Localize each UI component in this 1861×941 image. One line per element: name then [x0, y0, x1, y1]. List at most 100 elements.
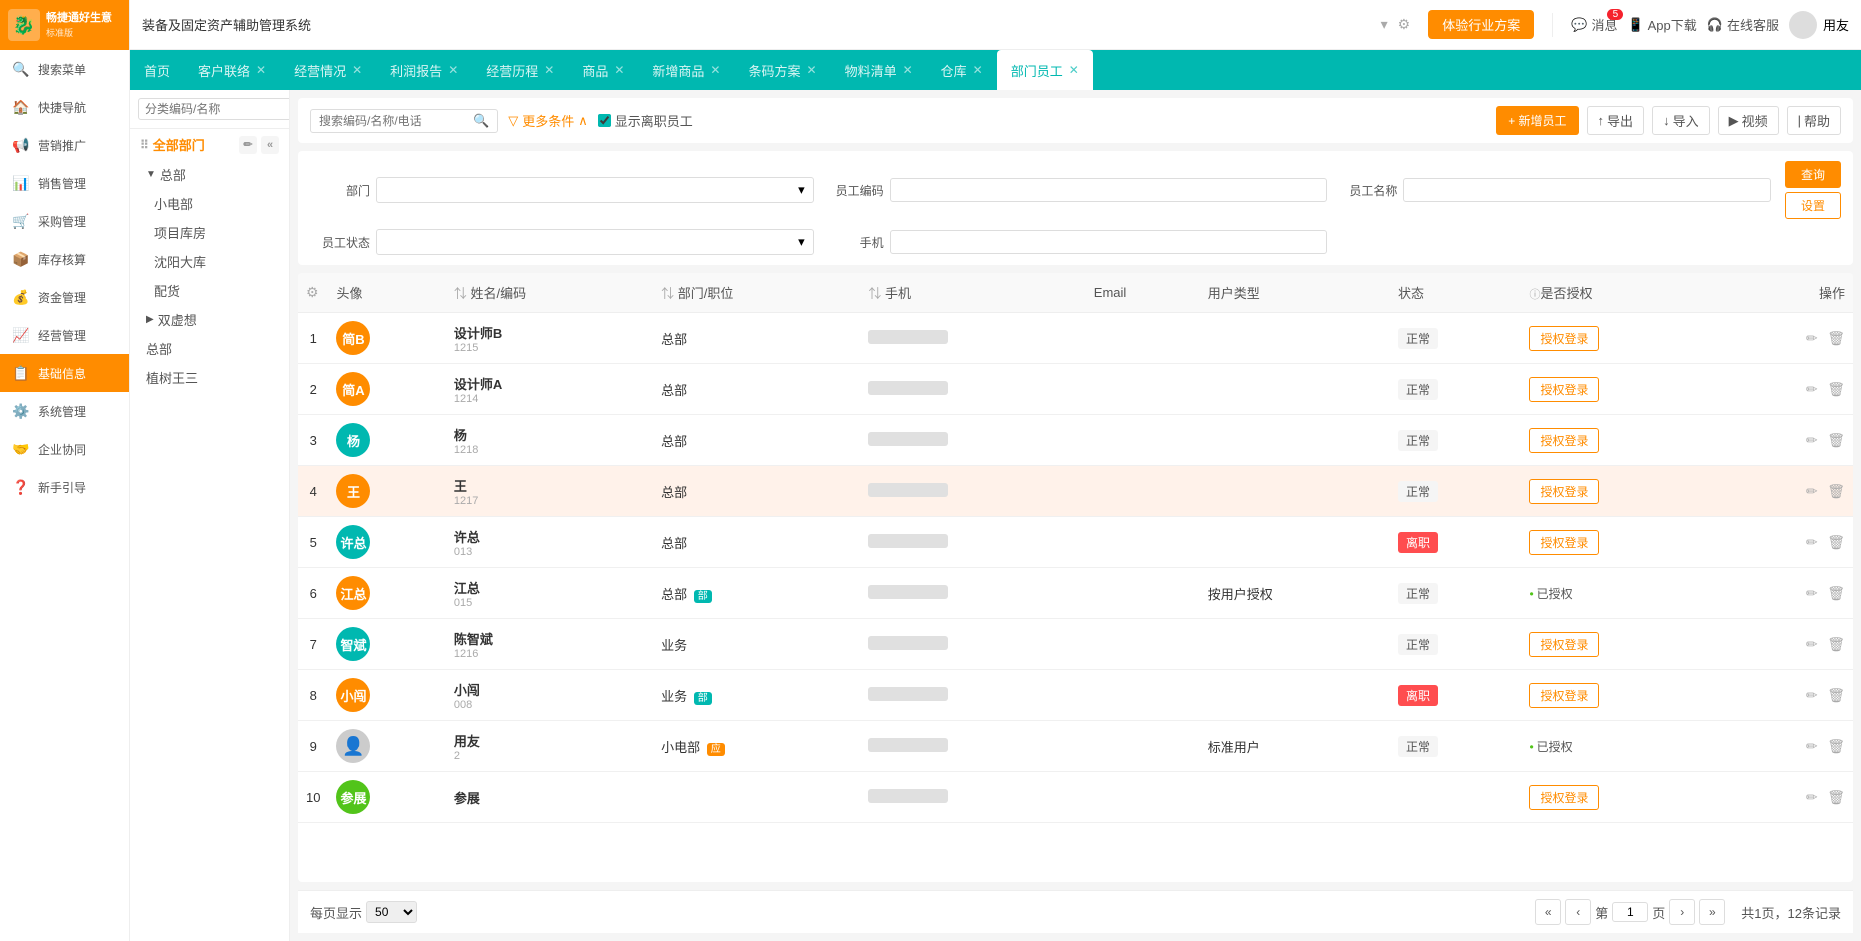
sidebar-item-search[interactable]: 🔍 搜索菜单	[0, 50, 129, 88]
service-btn[interactable]: 🎧 在线客服	[1707, 15, 1779, 34]
tab-profit[interactable]: 利润报告 ✕	[376, 50, 472, 90]
close-icon[interactable]: ✕	[710, 63, 720, 77]
user-menu[interactable]: 用友	[1789, 11, 1849, 39]
last-page-btn[interactable]: »	[1699, 899, 1725, 925]
edit-icon[interactable]: ✏	[1806, 789, 1818, 805]
edit-icon[interactable]: ✏	[1806, 330, 1818, 346]
edit-icon[interactable]: ✏	[239, 136, 257, 154]
dept-item-peihuo[interactable]: 配货	[130, 276, 289, 305]
collapse-icon[interactable]: «	[261, 136, 279, 154]
close-icon[interactable]: ✕	[614, 63, 624, 77]
search-submit-icon[interactable]: 🔍	[473, 113, 489, 129]
delete-icon[interactable]: 🗑	[1827, 789, 1845, 805]
prev-page-btn[interactable]: ‹	[1565, 899, 1591, 925]
help-btn[interactable]: | 帮助	[1787, 106, 1841, 135]
delete-icon[interactable]: 🗑	[1827, 330, 1845, 346]
export-btn[interactable]: ↑ 导出	[1587, 106, 1645, 135]
tab-history[interactable]: 经营历程 ✕	[472, 50, 568, 90]
tab-barcode[interactable]: 条码方案 ✕	[734, 50, 830, 90]
sidebar-item-system[interactable]: ⚙️ 系统管理	[0, 392, 129, 430]
emp-status-select[interactable]: ▾	[376, 229, 814, 255]
add-employee-btn[interactable]: + 新增员工	[1496, 106, 1578, 135]
tab-warehouse[interactable]: 仓库 ✕	[927, 50, 997, 90]
delete-icon[interactable]: 🗑	[1827, 738, 1845, 754]
page-input[interactable]	[1612, 902, 1648, 922]
app-download-btn[interactable]: 📱 App下载	[1627, 15, 1696, 34]
auth-btn[interactable]: 授权登录	[1529, 479, 1599, 504]
delete-icon[interactable]: 🗑	[1827, 381, 1845, 397]
dept-item-zongbu-parent[interactable]: ▼ 总部	[130, 160, 289, 189]
edit-icon[interactable]: ✏	[1806, 738, 1818, 754]
search-input[interactable]	[319, 114, 469, 128]
delete-icon[interactable]: 🗑	[1827, 483, 1845, 499]
tab-employee[interactable]: 部门员工 ✕	[997, 50, 1093, 90]
sidebar-item-guide[interactable]: ❓ 新手引导	[0, 468, 129, 506]
phone-input[interactable]	[890, 230, 1328, 254]
title-dropdown-icon[interactable]: ▾	[1381, 16, 1388, 33]
edit-icon[interactable]: ✏	[1806, 585, 1818, 601]
view-btn[interactable]: ▶ 视频	[1718, 106, 1779, 135]
filter-more-btn[interactable]: ▽ 更多条件 ∧	[508, 111, 588, 130]
dept-select[interactable]: ▾	[376, 177, 814, 203]
settings-icon[interactable]: ⚙	[306, 284, 319, 300]
dept-header-label[interactable]: 全部部门	[153, 135, 205, 154]
dept-item-shenyang[interactable]: 沈阳大库	[130, 247, 289, 276]
close-icon[interactable]: ✕	[448, 63, 458, 77]
close-icon[interactable]: ✕	[1069, 63, 1079, 77]
first-page-btn[interactable]: «	[1535, 899, 1561, 925]
sidebar-item-finance[interactable]: 💰 资金管理	[0, 278, 129, 316]
auth-btn[interactable]: 授权登录	[1529, 530, 1599, 555]
edit-icon[interactable]: ✏	[1806, 636, 1818, 652]
close-icon[interactable]: ✕	[256, 63, 266, 77]
avatar[interactable]: 简B	[336, 321, 370, 355]
sidebar-item-collab[interactable]: 🤝 企业协同	[0, 430, 129, 468]
sidebar-item-marketing[interactable]: 📢 营销推广	[0, 126, 129, 164]
dept-item-xiangmu[interactable]: 项目库房	[130, 218, 289, 247]
edit-icon[interactable]: ✏	[1806, 432, 1818, 448]
tab-add-goods[interactable]: 新增商品 ✕	[638, 50, 734, 90]
trial-btn[interactable]: 体验行业方案	[1428, 10, 1534, 39]
dept-item-zongbu[interactable]: 总部	[130, 334, 289, 363]
delete-icon[interactable]: 🗑	[1827, 432, 1845, 448]
avatar[interactable]: 江总	[336, 576, 370, 610]
set-btn[interactable]: 设置	[1785, 192, 1841, 219]
next-page-btn[interactable]: ›	[1669, 899, 1695, 925]
import-btn[interactable]: ↓ 导入	[1652, 106, 1710, 135]
tab-customer[interactable]: 客户联络 ✕	[184, 50, 280, 90]
delete-icon[interactable]: 🗑	[1827, 636, 1845, 652]
sidebar-item-sales[interactable]: 📊 销售管理	[0, 164, 129, 202]
notice-btn[interactable]: 💬 消息 5	[1571, 15, 1617, 34]
dept-item-zhishu[interactable]: 植树王三	[130, 363, 289, 392]
avatar[interactable]: 许总	[336, 525, 370, 559]
sidebar-item-nav[interactable]: 🏠 快捷导航	[0, 88, 129, 126]
close-icon[interactable]: ✕	[544, 63, 554, 77]
dept-search-input[interactable]	[138, 98, 290, 120]
delete-icon[interactable]: 🗑	[1827, 687, 1845, 703]
emp-name-input[interactable]	[1403, 178, 1771, 202]
delete-icon[interactable]: 🗑	[1827, 534, 1845, 550]
dept-item-shuangxu[interactable]: ▶ 双虚想	[130, 305, 289, 334]
per-page-select[interactable]: 50 100 200	[366, 901, 417, 923]
sidebar-item-basic[interactable]: 📋 基础信息	[0, 354, 129, 392]
avatar[interactable]: 简A	[336, 372, 370, 406]
emp-code-input[interactable]	[890, 178, 1328, 202]
tab-home[interactable]: 首页	[130, 50, 184, 90]
sidebar-item-operation[interactable]: 📈 经营管理	[0, 316, 129, 354]
sidebar-item-inventory[interactable]: 📦 库存核算	[0, 240, 129, 278]
query-btn[interactable]: 查询	[1785, 161, 1841, 188]
avatar[interactable]: 小闯	[336, 678, 370, 712]
avatar[interactable]: 智斌	[336, 627, 370, 661]
show-resign-checkbox[interactable]	[598, 114, 611, 127]
tab-operation-status[interactable]: 经营情况 ✕	[280, 50, 376, 90]
edit-icon[interactable]: ✏	[1806, 483, 1818, 499]
auth-btn[interactable]: 授权登录	[1529, 785, 1599, 810]
close-icon[interactable]: ✕	[807, 63, 817, 77]
sidebar-item-purchase[interactable]: 🛒 采购管理	[0, 202, 129, 240]
avatar[interactable]: 王	[336, 474, 370, 508]
auth-btn[interactable]: 授权登录	[1529, 632, 1599, 657]
tab-bom[interactable]: 物料清单 ✕	[831, 50, 927, 90]
tab-goods[interactable]: 商品 ✕	[568, 50, 638, 90]
edit-icon[interactable]: ✏	[1806, 534, 1818, 550]
close-icon[interactable]: ✕	[903, 63, 913, 77]
settings-icon[interactable]: ⚙	[1398, 16, 1411, 33]
